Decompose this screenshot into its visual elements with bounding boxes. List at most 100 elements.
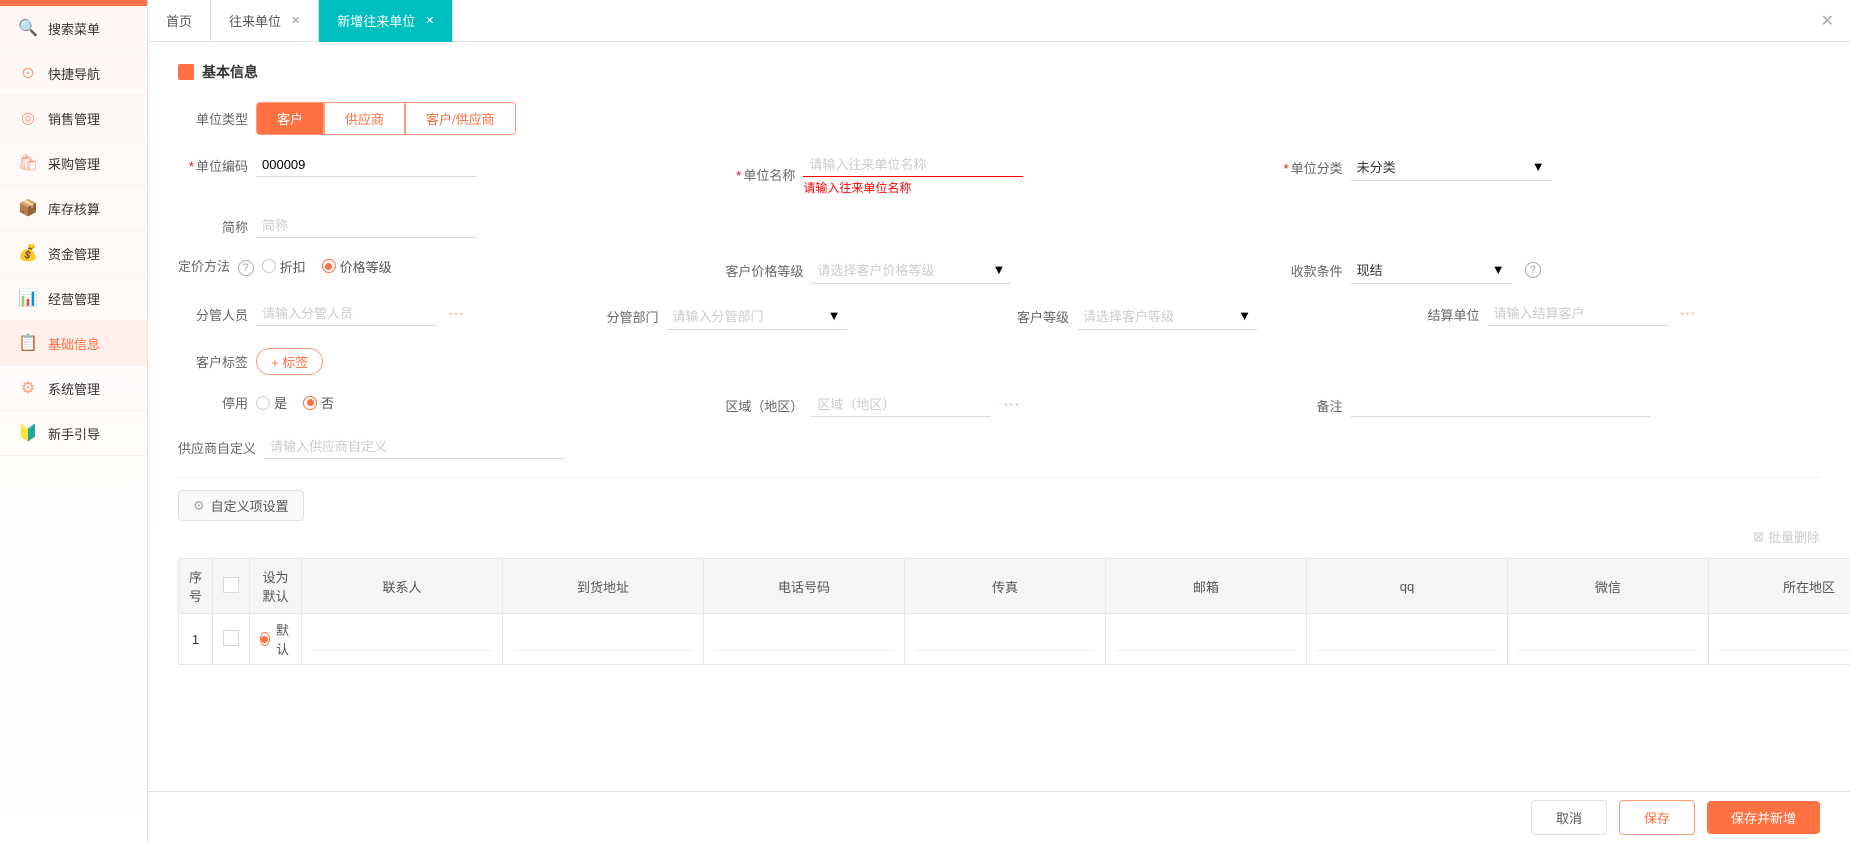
unit-name-input[interactable] (803, 153, 1023, 177)
disabled-label: 停用 (178, 393, 248, 412)
phone-input[interactable] (714, 627, 894, 651)
gear-icon: ⚙ (193, 498, 205, 514)
contact-input[interactable] (312, 627, 492, 651)
customer-level-group: 客户等级 请选择客户等级 ▼ (999, 302, 1410, 330)
short-name-input[interactable] (256, 214, 476, 238)
unit-name-label: *单位名称 (725, 165, 795, 184)
row-phone[interactable] (704, 614, 905, 665)
batch-delete-label[interactable]: 批量删除 (1768, 527, 1820, 546)
batch-delete-area: ⊠ 批量删除 (178, 527, 1820, 546)
chevron-down-icon-clevel: ▼ (1238, 308, 1251, 323)
row-contact[interactable] (302, 614, 503, 665)
sidebar-item-inventory[interactable]: 📦 库存核算 (0, 186, 147, 231)
sidebar-item-finance[interactable]: 💰 资金管理 (0, 231, 147, 276)
email-input[interactable] (1116, 627, 1296, 651)
remarks-input[interactable] (1351, 393, 1651, 417)
payment-terms-help-icon[interactable]: ? (1525, 262, 1541, 278)
row-address[interactable] (503, 614, 704, 665)
save-button[interactable]: 保存 (1619, 800, 1695, 835)
tab-partners-close[interactable]: ✕ (291, 14, 300, 27)
manager-input[interactable] (256, 302, 436, 326)
pricing-radio-group: 折扣 价格等级 (262, 257, 392, 276)
sidebar-item-basic-info[interactable]: 📋 基础信息 (0, 321, 147, 366)
radio-no[interactable]: 否 (303, 393, 334, 412)
supplier-custom-input[interactable] (264, 435, 564, 459)
radio-price-level[interactable]: 价格等级 (322, 257, 392, 276)
tab-home[interactable]: 首页 (148, 0, 211, 42)
sidebar-item-search[interactable]: 🔍 搜索菜单 (0, 6, 147, 51)
sidebar-item-purchase[interactable]: 🛍 采购管理 (0, 141, 147, 186)
cancel-button[interactable]: 取消 (1531, 800, 1607, 835)
custom-settings-button[interactable]: ⚙ 自定义项设置 (178, 490, 304, 521)
unit-category-select[interactable]: 未分类 ▼ (1351, 153, 1551, 181)
pricing-help-icon[interactable]: ? (238, 260, 254, 276)
sidebar-item-quick-nav[interactable]: ⊙ 快捷导航 (0, 51, 147, 96)
tab-bar-close[interactable]: ✕ (1821, 11, 1850, 31)
sidebar-item-system[interactable]: ⚙ 系统管理 (0, 366, 147, 411)
btn-both[interactable]: 客户/供应商 (405, 102, 516, 135)
unit-code-label: *单位编码 (178, 156, 248, 175)
radio-yes-circle (256, 396, 270, 410)
code-name-category-row: *单位编码 *单位名称 请输入往来单位名称 *单位分类 (178, 153, 1820, 196)
row-email[interactable] (1106, 614, 1307, 665)
required-star-name: * (736, 168, 741, 183)
remarks-group: 备注 (1273, 393, 1820, 417)
wechat-input[interactable] (1518, 627, 1698, 651)
location-input[interactable] (1719, 627, 1850, 651)
finance-icon: 💰 (18, 243, 38, 263)
disabled-region-row: 停用 是 否 区域（地区） ··· (178, 393, 1820, 417)
qq-input[interactable] (1317, 627, 1497, 651)
customer-level-select[interactable]: 请选择客户等级 ▼ (1077, 302, 1257, 330)
unit-code-input[interactable] (256, 153, 476, 177)
save-add-button[interactable]: 保存并新增 (1707, 801, 1820, 834)
customer-price-level-select[interactable]: 请选择客户价格等级 ▼ (811, 256, 1011, 284)
content-area: 基本信息 单位类型 客户 供应商 客户/供应商 *单位编码 (148, 42, 1850, 843)
table-header: 序号 设为默认 联系人 到货地址 电话号码 传真 邮箱 qq 微信 所在地区 操… (179, 559, 1850, 614)
custom-settings-wrapper: ⚙ 自定义项设置 (178, 490, 1820, 521)
settlement-unit-input[interactable] (1488, 302, 1668, 326)
region-input[interactable] (811, 393, 991, 417)
add-tag-button[interactable]: + 标签 (256, 348, 323, 375)
operations-icon: 📊 (18, 288, 38, 308)
row-wechat[interactable] (1508, 614, 1709, 665)
radio-discount[interactable]: 折扣 (262, 257, 306, 276)
col-address: 到货地址 (503, 559, 704, 614)
unit-type-label: 单位类型 (178, 109, 248, 128)
row-qq[interactable] (1307, 614, 1508, 665)
required-star: * (189, 159, 194, 174)
beginner-icon: 🔰 (18, 423, 38, 443)
payment-terms-select[interactable]: 现结 ▼ (1351, 256, 1511, 284)
customer-price-level-label: 客户价格等级 (725, 261, 803, 280)
tab-partners[interactable]: 往来单位 ✕ (211, 0, 319, 42)
radio-yes[interactable]: 是 (256, 393, 287, 412)
fax-input[interactable] (915, 627, 1095, 651)
region-more-icon[interactable]: ··· (1003, 396, 1019, 414)
tab-new-partner-close[interactable]: ✕ (425, 14, 434, 27)
row-location[interactable] (1709, 614, 1850, 665)
supplier-custom-label: 供应商自定义 (178, 438, 256, 457)
row-checkbox[interactable] (223, 630, 239, 646)
manager-more-icon[interactable]: ··· (448, 305, 464, 323)
settlement-more-icon[interactable]: ··· (1680, 305, 1696, 323)
supplier-custom-row: 供应商自定义 (178, 435, 1820, 459)
pricing-method-group: 定价方法 ? 折扣 价格等级 (178, 256, 725, 276)
custom-settings-label: 自定义项设置 (211, 496, 289, 515)
remarks-label: 备注 (1273, 396, 1343, 415)
sidebar-item-label: 系统管理 (48, 379, 100, 398)
row-fax[interactable] (905, 614, 1106, 665)
sidebar-item-sales[interactable]: ◎ 销售管理 (0, 96, 147, 141)
btn-customer[interactable]: 客户 (256, 102, 324, 135)
customer-price-level-group: 客户价格等级 请选择客户价格等级 ▼ (725, 256, 1272, 284)
row-default-radio[interactable]: 默认 (260, 620, 291, 658)
btn-supplier[interactable]: 供应商 (324, 102, 405, 135)
select-all-checkbox[interactable] (223, 577, 239, 593)
batch-delete-icon: ⊠ (1753, 529, 1764, 545)
col-phone: 电话号码 (704, 559, 905, 614)
customer-price-level-placeholder: 请选择客户价格等级 (817, 260, 992, 279)
sidebar-item-operations[interactable]: 📊 经营管理 (0, 276, 147, 321)
address-input[interactable] (513, 627, 693, 651)
tab-new-partner[interactable]: 新增往来单位 ✕ (319, 0, 453, 42)
department-select[interactable]: 请输入分管部门 ▼ (667, 302, 847, 330)
sidebar-item-beginner[interactable]: 🔰 新手引导 (0, 411, 147, 456)
row-default: 默认 (250, 614, 302, 665)
